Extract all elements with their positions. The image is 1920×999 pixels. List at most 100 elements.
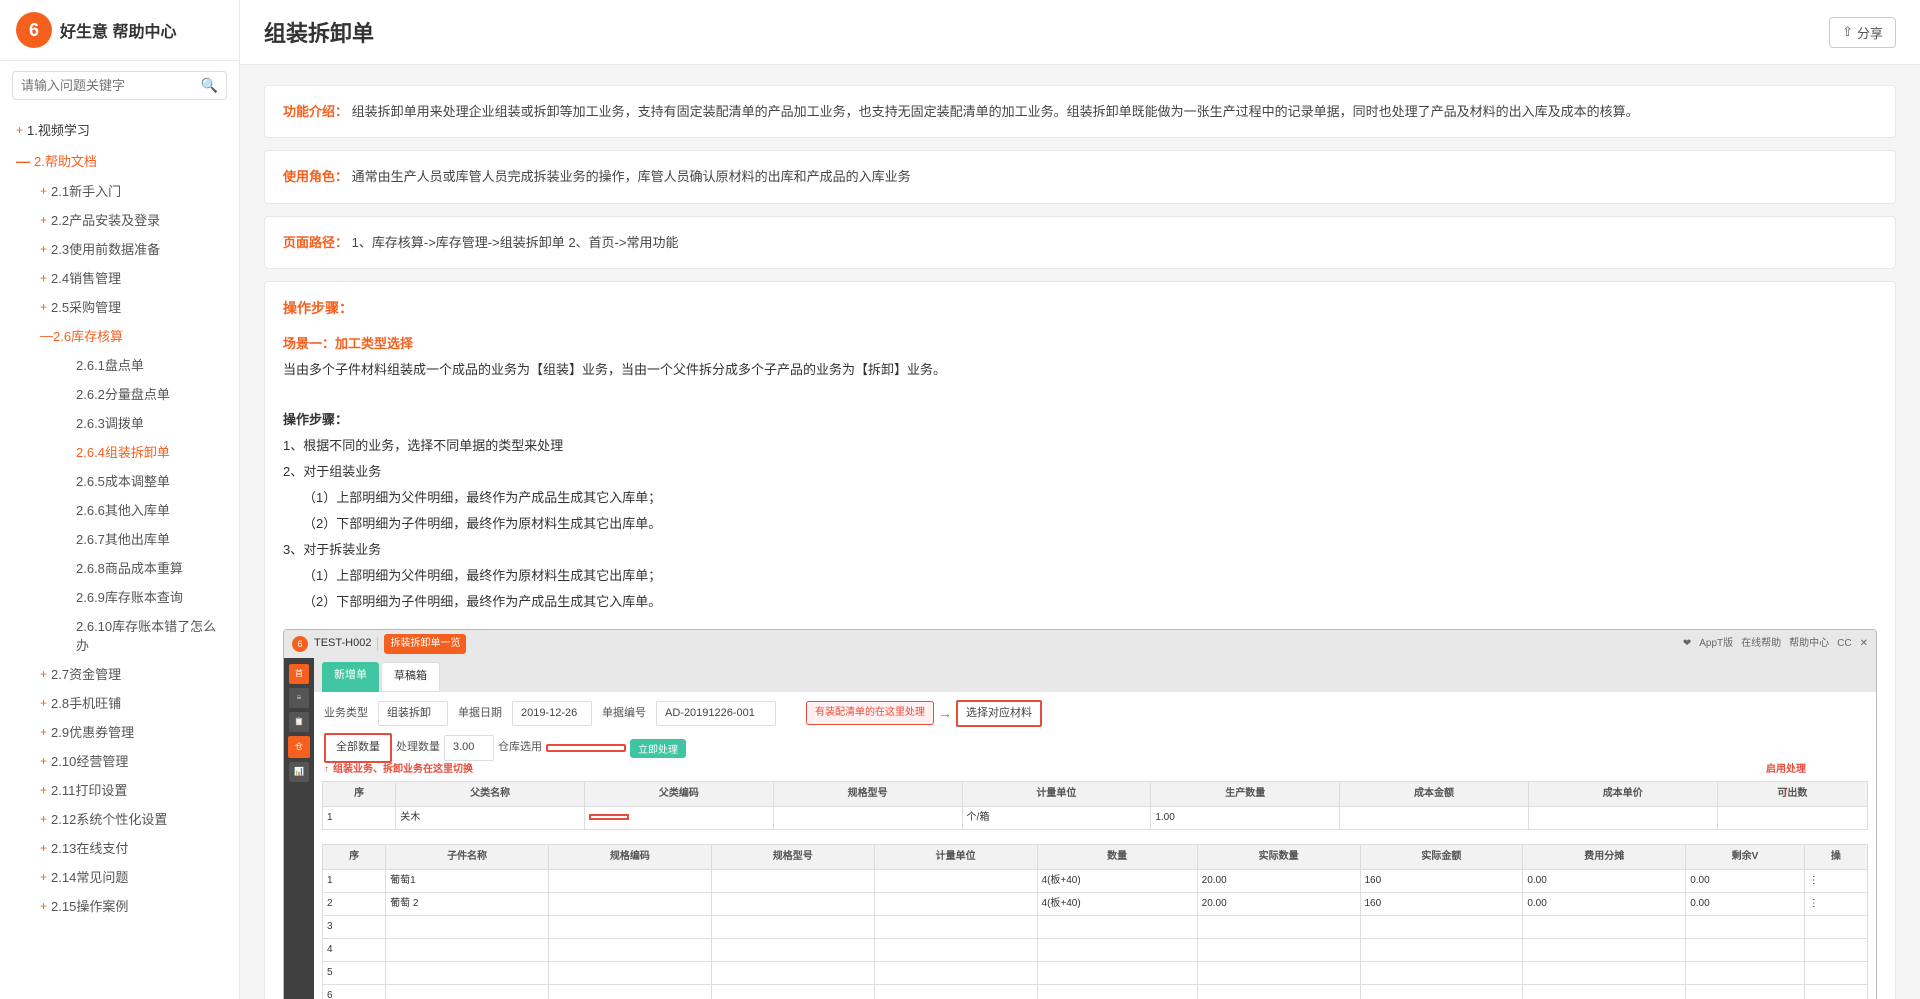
sidebar-item-print[interactable]: +2.11打印设置 bbox=[24, 775, 239, 804]
sc-logo: 6 bbox=[292, 636, 308, 652]
sidebar-item-2-6-8[interactable]: 2.6.8商品成本重算 bbox=[60, 553, 239, 582]
search-box[interactable]: 🔍 bbox=[12, 71, 227, 100]
sc-col-unit: 计量单位 bbox=[962, 782, 1151, 807]
expand-icon: + bbox=[40, 184, 47, 198]
sc-col-spec: 规格型号 bbox=[773, 782, 962, 807]
sc-cell-cost bbox=[1340, 807, 1529, 830]
sc-date-label: 单据日期 bbox=[458, 704, 502, 724]
sidebar-item-2-6-10[interactable]: 2.6.10库存账本错了怎么办 bbox=[60, 611, 239, 659]
heart-icon: ❤ bbox=[1683, 635, 1691, 653]
sidebar-item-newbie[interactable]: +2.1新手入门 bbox=[24, 176, 239, 205]
search-icon[interactable]: 🔍 bbox=[201, 77, 218, 94]
sc-lcol-actual-qty: 实际数量 bbox=[1197, 845, 1360, 870]
sc-lcol-ops: 操 bbox=[1804, 845, 1867, 870]
table-row: 1 葡萄1 4(板+40) 20.00 160 0.00 bbox=[323, 870, 1868, 893]
screenshot-container: 6 TEST-H002 拆装拆卸单一览 ❤ AppT版 在线帮助 帮助中心 CC… bbox=[283, 629, 1877, 999]
sidebar-item-2-6-3[interactable]: 2.6.3调拨单 bbox=[60, 408, 239, 437]
search-input[interactable] bbox=[21, 78, 201, 93]
expand-icon: + bbox=[40, 812, 47, 826]
sc-col-seq: 序 bbox=[323, 782, 396, 807]
help-center-icon: 帮助中心 bbox=[1789, 635, 1829, 653]
sc-num-label: 单据编号 bbox=[602, 704, 646, 724]
logo-title: 好生意 帮助中心 bbox=[60, 18, 176, 42]
sidebar-item-2-6-2[interactable]: 2.6.2分量盘点单 bbox=[60, 379, 239, 408]
sc-tab-new: 新增单 bbox=[322, 662, 379, 692]
annotation-2-group: ↑ 组装业务、拆卸业务在这里切换 bbox=[324, 761, 473, 779]
sc-subtab-qty: 全部数量 bbox=[324, 733, 392, 763]
sidebar-item-coupon[interactable]: +2.9优惠券管理 bbox=[24, 717, 239, 746]
sc-lcol-scode: 规格编码 bbox=[548, 845, 711, 870]
close-icon: ✕ bbox=[1860, 635, 1868, 653]
sidebar-item-video[interactable]: + 1.视频学习 bbox=[0, 114, 239, 145]
sc-lower-table: 序 子件名称 规格编码 规格型号 计量单位 数量 实际数量 实际金额 费用分摊 bbox=[322, 844, 1868, 999]
collapse-icon: — bbox=[40, 328, 53, 343]
sc-lcol-qty: 数量 bbox=[1037, 845, 1197, 870]
step-2-1: （1）上部明细为父件明细，最终作为产成品生成其它入库单； bbox=[303, 485, 1877, 511]
expand-icon: + bbox=[40, 841, 47, 855]
role-block: 使用角色： 通常由生产人员或库管人员完成拆装业务的操作，库管人员确认原材料的出库… bbox=[264, 150, 1896, 203]
sc-process-button[interactable]: 立即处理 bbox=[630, 739, 686, 758]
main-header: 组装拆卸单 ⇧ 分享 bbox=[240, 0, 1920, 65]
sidebar-item-2-6-1[interactable]: 2.6.1盘点单 bbox=[60, 350, 239, 379]
sc-code-input-red bbox=[589, 814, 629, 820]
sidebar-item-2-6-5[interactable]: 2.6.5成本调整单 bbox=[60, 466, 239, 495]
share-button[interactable]: ⇧ 分享 bbox=[1829, 17, 1896, 48]
expand-icon: + bbox=[40, 696, 47, 710]
expand-icon: + bbox=[40, 899, 47, 913]
sc-upper-thead-row: 序 父类名称 父类编码 规格型号 计量单位 生产数量 成本金额 成本单价 可出数 bbox=[323, 782, 1868, 807]
logo-icon: 6 bbox=[16, 12, 52, 48]
sc-lcol-remain: 剩余V bbox=[1686, 845, 1805, 870]
sc-type-input: 组装拆卸 bbox=[378, 701, 448, 727]
table-row: 2 葡萄 2 4(板+40) 20.00 160 0.00 bbox=[323, 893, 1868, 916]
nav-tree: + 1.视频学习 — 2.帮助文档 +2.1新手入门 +2.2产品安装及登录 +… bbox=[0, 110, 239, 924]
sidebar-item-2-6-9[interactable]: 2.6.9库存账本查询 bbox=[60, 582, 239, 611]
sc-cell-spec bbox=[773, 807, 962, 830]
sc-date-input: 2019-12-26 bbox=[512, 701, 592, 727]
expand-icon: + bbox=[40, 870, 47, 884]
sc-col-qty-prod: 生产数量 bbox=[1151, 782, 1340, 807]
table-row: 1 关木 个/箱 1.00 bbox=[323, 807, 1868, 830]
sidebar-item-cases[interactable]: +2.15操作案例 bbox=[24, 891, 239, 920]
sc-nav-icon-2: ≡ bbox=[289, 688, 309, 708]
role-text: 通常由生产人员或库管人员完成拆装业务的操作，库管人员确认原材料的出库和产成品的入… bbox=[352, 169, 911, 184]
sc-tabbar: 新增单 草稿箱 bbox=[314, 658, 1876, 692]
sidebar-item-finance[interactable]: +2.7资金管理 bbox=[24, 659, 239, 688]
sc-nav-icon-3: 📋 bbox=[289, 712, 309, 732]
annotation-3: 启用处理 bbox=[1766, 761, 1806, 779]
sidebar-item-mgmt[interactable]: +2.10经营管理 bbox=[24, 746, 239, 775]
annotation-1-group: 有装配清单的在这里处理 → 选择对应材料 bbox=[806, 700, 1042, 728]
sc-qty-label: 处理数量 bbox=[396, 738, 440, 758]
sidebar-item-payment[interactable]: +2.13在线支付 bbox=[24, 833, 239, 862]
sc-col-cost-unit: 成本单价 bbox=[1528, 782, 1717, 807]
sidebar-item-2-6-7[interactable]: 2.6.7其他出库单 bbox=[60, 524, 239, 553]
sc-cell-unit: 个/箱 bbox=[962, 807, 1151, 830]
step-3-1: （1）上部明细为父件明细，最终作为原材料生成其它出库单； bbox=[303, 563, 1877, 589]
sidebar-item-inventory[interactable]: —2.6库存核算 bbox=[24, 321, 239, 350]
sidebar-item-sales[interactable]: +2.4销售管理 bbox=[24, 263, 239, 292]
sidebar-item-data-prep[interactable]: +2.3使用前数据准备 bbox=[24, 234, 239, 263]
step-3: 3、对于拆装业务 bbox=[283, 537, 1877, 563]
content-area: 功能介绍： 组装拆卸单用来处理企业组装或拆卸等加工业务，支持有固定装配清单的产品… bbox=[240, 65, 1920, 999]
sidebar-item-install[interactable]: +2.2产品安装及登录 bbox=[24, 205, 239, 234]
share-label: 分享 bbox=[1857, 23, 1883, 42]
sc-lower-thead-row: 序 子件名称 规格编码 规格型号 计量单位 数量 实际数量 实际金额 费用分摊 bbox=[323, 845, 1868, 870]
ops-title: 操作步骤： bbox=[283, 296, 1877, 321]
expand-icon: + bbox=[40, 725, 47, 739]
sidebar-item-2-6-6[interactable]: 2.6.6其他入库单 bbox=[60, 495, 239, 524]
sc-type-label: 业务类型 bbox=[324, 704, 368, 724]
cc-icon: CC bbox=[1837, 635, 1851, 653]
sc-lcol-name: 子件名称 bbox=[386, 845, 549, 870]
sidebar-item-customize[interactable]: +2.12系统个性化设置 bbox=[24, 804, 239, 833]
sidebar-item-purchase[interactable]: +2.5采购管理 bbox=[24, 292, 239, 321]
scene1-title: 场景一：加工类型选择 bbox=[283, 331, 1877, 357]
sidebar-item-faq[interactable]: +2.14常见问题 bbox=[24, 862, 239, 891]
sidebar-label: 2.帮助文档 bbox=[34, 151, 97, 170]
sc-nav-icon-1: 首 bbox=[289, 664, 309, 684]
sidebar-item-2-6-4[interactable]: 2.6.4组装拆卸单 bbox=[60, 437, 239, 466]
sidebar-item-mobile[interactable]: +2.8手机旺铺 bbox=[24, 688, 239, 717]
help-icon: 在线帮助 bbox=[1741, 635, 1781, 653]
sc-cell-avail bbox=[1717, 807, 1867, 830]
annotation-2-arrow: ↑ bbox=[324, 761, 329, 779]
sidebar-item-docs[interactable]: — 2.帮助文档 bbox=[0, 145, 239, 176]
step-1: 1、根据不同的业务，选择不同单据的类型来处理 bbox=[283, 433, 1877, 459]
